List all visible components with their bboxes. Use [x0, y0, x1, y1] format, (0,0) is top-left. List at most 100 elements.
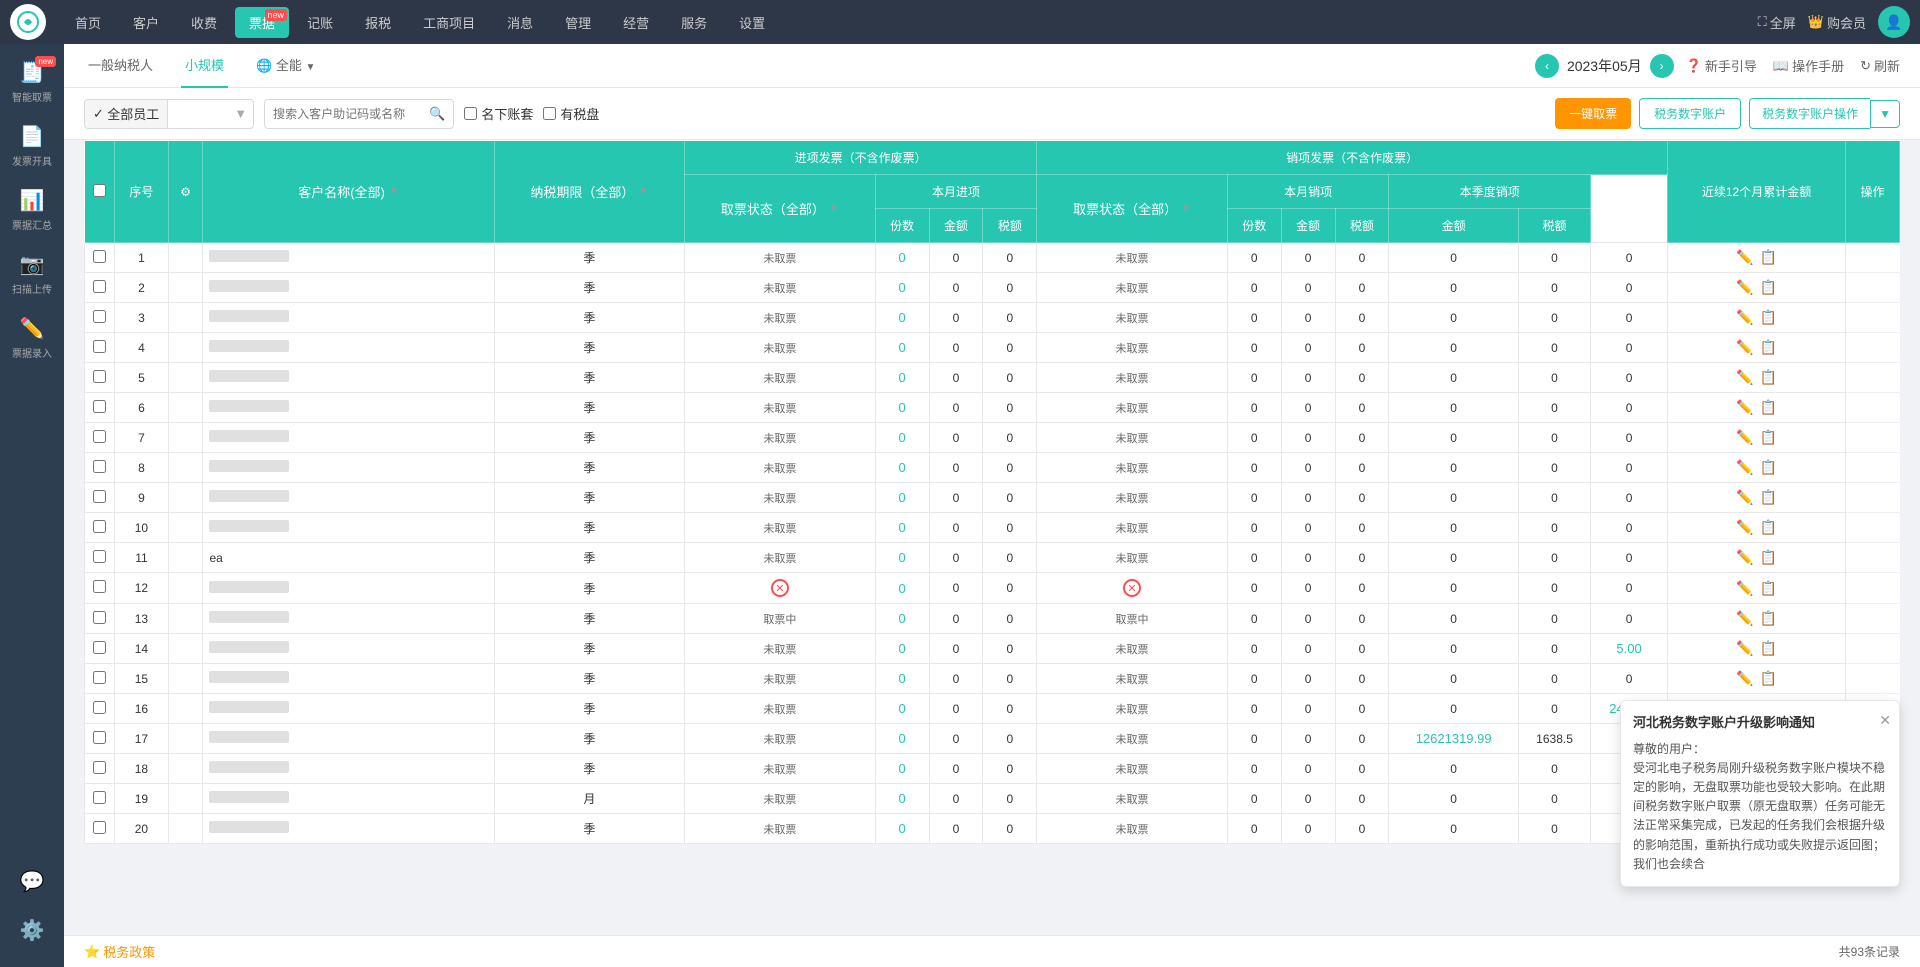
checkbox-tax-disk[interactable]: 有税盘	[543, 104, 599, 123]
edit-icon[interactable]: ✏️	[1736, 640, 1753, 657]
refresh-link[interactable]: ↻ 刷新	[1860, 56, 1900, 75]
tab-small-scale[interactable]: 小规模	[181, 44, 228, 88]
search-input[interactable]	[273, 107, 423, 121]
row-checkbox[interactable]	[93, 340, 106, 353]
copy-icon[interactable]: 📋	[1760, 640, 1777, 657]
cell-checkbox[interactable]	[85, 543, 115, 573]
cell-checkbox[interactable]	[85, 363, 115, 393]
row-checkbox[interactable]	[93, 550, 106, 563]
edit-icon[interactable]: ✏️	[1736, 339, 1753, 356]
row-checkbox[interactable]	[93, 580, 106, 593]
sidebar-item-gear[interactable]: ⚙️	[4, 910, 60, 951]
tax-digital-account-main-button[interactable]: 税务数字账户操作	[1749, 98, 1870, 129]
notification-close-button[interactable]: ✕	[1879, 709, 1891, 731]
sidebar-item-scan-upload[interactable]: 📷 扫描上传	[4, 244, 60, 304]
nav-invoice[interactable]: 票据 new	[235, 7, 289, 38]
tax-digital-account-button[interactable]: 税务数字账户	[1639, 98, 1741, 129]
cell-checkbox[interactable]	[85, 453, 115, 483]
row-checkbox[interactable]	[93, 641, 106, 654]
row-checkbox[interactable]	[93, 280, 106, 293]
cell-checkbox[interactable]	[85, 754, 115, 784]
cell-checkbox[interactable]	[85, 333, 115, 363]
copy-icon[interactable]: 📋	[1760, 309, 1777, 326]
manual-link[interactable]: 📖 操作手册	[1773, 56, 1844, 75]
copy-icon[interactable]: 📋	[1760, 249, 1777, 266]
fullscreen-button[interactable]: ⛶ 全屏	[1758, 13, 1796, 32]
cell-checkbox[interactable]	[85, 393, 115, 423]
copy-icon[interactable]: 📋	[1760, 459, 1777, 476]
nav-home[interactable]: 首页	[61, 7, 115, 38]
edit-icon[interactable]: ✏️	[1736, 610, 1753, 627]
tab-full[interactable]: 🌐 全能 ▼	[252, 44, 319, 88]
cell-checkbox[interactable]	[85, 303, 115, 333]
edit-icon[interactable]: ✏️	[1736, 249, 1753, 266]
nav-accounting[interactable]: 记账	[293, 7, 347, 38]
tax-digital-account-arrow-button[interactable]: ▼	[1870, 100, 1900, 128]
cell-checkbox[interactable]	[85, 724, 115, 754]
sidebar-item-invoice-summary[interactable]: 📊 票据汇总	[4, 180, 60, 240]
th-setting[interactable]: ⚙	[168, 141, 203, 243]
copy-icon[interactable]: 📋	[1760, 369, 1777, 386]
nav-admin[interactable]: 管理	[551, 7, 605, 38]
in-status-filter-icon[interactable]: ▼	[829, 203, 839, 214]
copy-icon[interactable]: 📋	[1760, 279, 1777, 296]
cell-checkbox[interactable]	[85, 273, 115, 303]
tax-period-filter-icon[interactable]: ▼	[638, 186, 648, 197]
nav-business[interactable]: 工商项目	[409, 7, 489, 38]
period-next-button[interactable]: ›	[1650, 54, 1674, 78]
checkbox-sub-accounts[interactable]: 名下账套	[464, 104, 533, 123]
row-checkbox[interactable]	[93, 791, 106, 804]
cell-checkbox[interactable]	[85, 664, 115, 694]
row-checkbox[interactable]	[93, 490, 106, 503]
tab-general-taxpayer[interactable]: 一般纳税人	[84, 44, 157, 88]
copy-icon[interactable]: 📋	[1760, 580, 1777, 597]
copy-icon[interactable]: 📋	[1760, 339, 1777, 356]
cell-checkbox[interactable]	[85, 784, 115, 814]
edit-icon[interactable]: ✏️	[1736, 670, 1753, 687]
row-checkbox[interactable]	[93, 761, 106, 774]
sidebar-item-smart-ticket[interactable]: 🧾 智能取票 new	[4, 52, 60, 112]
cell-checkbox[interactable]	[85, 694, 115, 724]
cell-checkbox[interactable]	[85, 573, 115, 604]
cell-checkbox[interactable]	[85, 604, 115, 634]
row-checkbox[interactable]	[93, 310, 106, 323]
cell-checkbox[interactable]	[85, 814, 115, 844]
edit-icon[interactable]: ✏️	[1736, 429, 1753, 446]
customer-filter-icon[interactable]: ▼	[389, 186, 399, 197]
cell-checkbox[interactable]	[85, 423, 115, 453]
nav-message[interactable]: 消息	[493, 7, 547, 38]
out-status-filter-icon[interactable]: ▼	[1181, 203, 1191, 214]
copy-icon[interactable]: 📋	[1760, 519, 1777, 536]
row-checkbox[interactable]	[93, 671, 106, 684]
nav-service[interactable]: 服务	[667, 7, 721, 38]
cell-checkbox[interactable]	[85, 513, 115, 543]
tax-disk-checkbox[interactable]	[543, 107, 556, 120]
copy-icon[interactable]: 📋	[1760, 670, 1777, 687]
sidebar-item-chat[interactable]: 💬	[4, 861, 60, 902]
edit-icon[interactable]: ✏️	[1736, 580, 1753, 597]
copy-icon[interactable]: 📋	[1760, 610, 1777, 627]
guide-link[interactable]: ❓ 新手引导	[1686, 56, 1757, 75]
nav-fee[interactable]: 收费	[177, 7, 231, 38]
row-checkbox[interactable]	[93, 821, 106, 834]
select-all-checkbox[interactable]	[93, 184, 106, 197]
vip-button[interactable]: 👑 购会员	[1808, 13, 1866, 32]
edit-icon[interactable]: ✏️	[1736, 489, 1753, 506]
edit-icon[interactable]: ✏️	[1736, 519, 1753, 536]
edit-icon[interactable]: ✏️	[1736, 309, 1753, 326]
row-checkbox[interactable]	[93, 731, 106, 744]
user-avatar[interactable]: 👤	[1878, 6, 1910, 38]
row-checkbox[interactable]	[93, 370, 106, 383]
edit-icon[interactable]: ✏️	[1736, 279, 1753, 296]
tax-policy-link[interactable]: ⭐ 税务政策	[84, 942, 155, 961]
cell-checkbox[interactable]	[85, 243, 115, 273]
edit-icon[interactable]: ✏️	[1736, 399, 1753, 416]
row-checkbox[interactable]	[93, 701, 106, 714]
copy-icon[interactable]: 📋	[1760, 429, 1777, 446]
row-checkbox[interactable]	[93, 460, 106, 473]
sidebar-item-invoice-open[interactable]: 📄 发票开具	[4, 116, 60, 176]
one-click-fetch-button[interactable]: 一键取票	[1555, 98, 1631, 129]
nav-tax[interactable]: 报税	[351, 7, 405, 38]
edit-icon[interactable]: ✏️	[1736, 459, 1753, 476]
nav-customer[interactable]: 客户	[119, 7, 173, 38]
